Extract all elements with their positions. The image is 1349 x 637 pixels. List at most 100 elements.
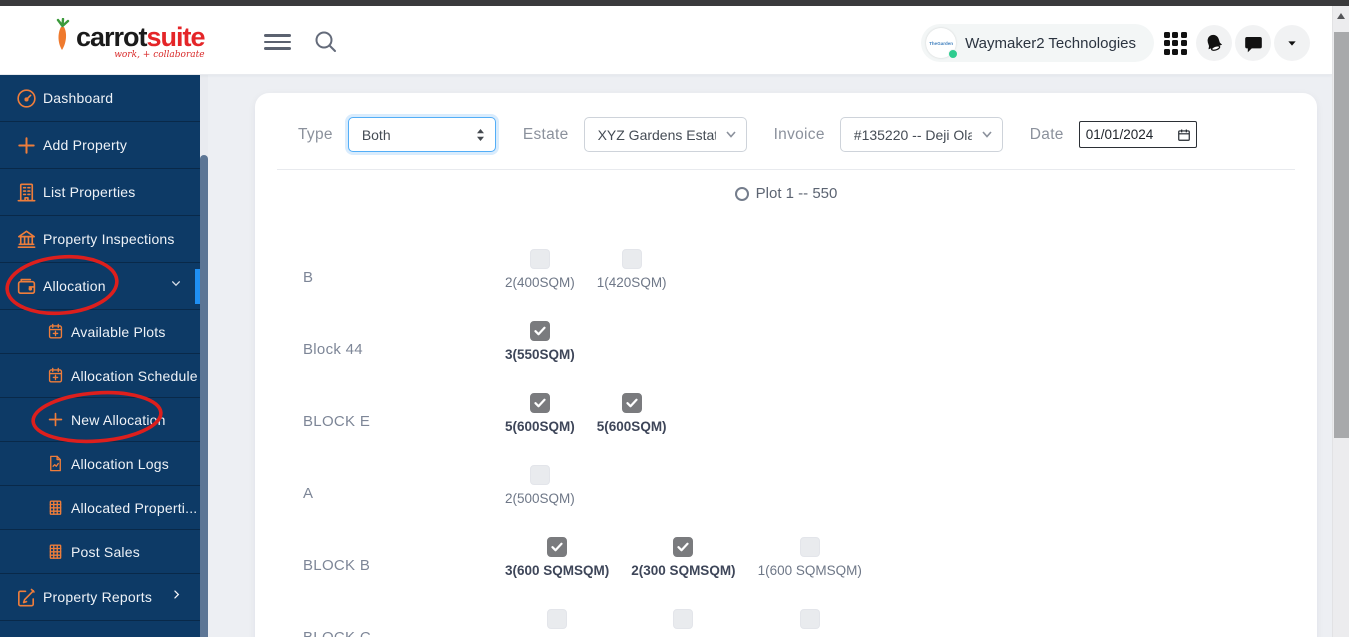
block-row: BLOCK B 3(600 SQMSQM) 2(300 SQMSQM) 1(600 S… — [255, 514, 1317, 586]
edit-icon — [13, 586, 39, 609]
sidebar-item-label: Allocation Logs — [71, 455, 169, 472]
plot-checkbox[interactable] — [799, 537, 820, 557]
plot-label: 5(600SQM) — [596, 419, 667, 434]
plot-label: 1(600 SQMSQM) — [757, 563, 862, 578]
sidebar-scrollbar-thumb[interactable] — [200, 155, 208, 637]
sidebar-item-label: New Allocation — [71, 411, 166, 428]
plot-option-row: Plot 1 -- 550 — [255, 185, 1317, 202]
sidebar-item-allocated-properti[interactable]: Allocated Properti... — [0, 486, 200, 530]
sidebar-item-allocation[interactable]: Allocation — [0, 263, 200, 310]
block-row: Block 44 3(550SQM) — [255, 298, 1317, 370]
type-label: Type — [298, 125, 333, 143]
plot-label: 3(550SQM) — [505, 347, 575, 362]
plot-label: 3(600 SQMSQM) — [505, 563, 610, 578]
plot-checkbox-item[interactable]: 2(300 SQMSQM) — [631, 537, 736, 578]
main-content: Type Both Estate XYZ Gardens Estate Invo… — [208, 75, 1332, 637]
invoice-select[interactable]: #135220 -- Deji Ola... — [839, 117, 1003, 152]
account-menu[interactable]: TheGarden Waymaker2 Technologies — [921, 24, 1154, 62]
date-input[interactable]: 01/01/2024 — [1078, 121, 1197, 148]
estate-label: Estate — [522, 125, 569, 143]
window-top-strip — [0, 0, 1349, 6]
sidebar-item-available-plots[interactable]: Available Plots — [0, 310, 200, 354]
plot-checkbox[interactable] — [673, 537, 694, 557]
estate-select[interactable]: XYZ Gardens Estate — [583, 117, 747, 152]
plot-label: 2(300 SQMSQM) — [631, 563, 736, 578]
plot-checkbox[interactable] — [529, 393, 550, 413]
plot-checkbox[interactable] — [529, 321, 550, 341]
calendar-icon — [1177, 128, 1190, 141]
divider — [277, 169, 1295, 170]
plot-checkbox-item[interactable]: 5(600SQM) — [505, 393, 575, 434]
header: carrotsuite work, + collaborate TheGarde… — [0, 6, 1332, 75]
sidebar-scrollbar — [200, 75, 208, 637]
plot-checkbox-item[interactable]: 3(300 SQMSQM) — [505, 609, 609, 637]
block-row: B 2(400SQM) 1(420SQM) — [255, 226, 1317, 298]
apps-grid-icon[interactable] — [1157, 25, 1193, 61]
plot-options: 2(400SQM) 1(420SQM) — [505, 249, 667, 290]
sidebar-item-new-allocation[interactable]: New Allocation — [0, 398, 200, 442]
caret-down-icon[interactable] — [1274, 25, 1310, 61]
sidebar-item-label: Post Sales — [71, 543, 140, 560]
plot-checkbox[interactable] — [673, 609, 694, 629]
sidebar-item-property-reports[interactable]: Property Reports — [0, 574, 200, 621]
caret-down-icon — [982, 131, 992, 138]
plot-checkbox-item[interactable]: 1(420SQM) — [597, 249, 667, 290]
plot-checkbox-item[interactable]: 5(600SQM) — [597, 393, 667, 434]
sidebar-item-allocation-schedule[interactable]: Allocation Schedule — [0, 354, 200, 398]
building-grid-icon — [44, 498, 66, 517]
plot-checkbox-item[interactable]: 1(600 SQMSQM) — [758, 537, 862, 578]
page-scrollbar[interactable] — [1332, 6, 1349, 637]
plot-checkbox[interactable] — [621, 393, 642, 413]
sidebar-item-add-property[interactable]: Add Property — [0, 122, 200, 169]
chevron-right-icon[interactable] — [169, 587, 184, 607]
bell-icon[interactable] — [1196, 25, 1232, 61]
plot-options: 2(500SQM) — [505, 465, 575, 506]
plot-checkbox[interactable] — [547, 609, 568, 629]
plus-icon — [13, 134, 39, 157]
plot-checkbox-item[interactable]: 1(600 SQMSQM) — [758, 609, 862, 637]
search-icon[interactable] — [312, 28, 340, 56]
allocation-card: Type Both Estate XYZ Gardens Estate Invo… — [255, 93, 1317, 637]
menu-toggle-icon[interactable] — [264, 34, 291, 50]
sidebar-item-dashboard[interactable]: Dashboard — [0, 75, 200, 122]
plot-checkbox-item[interactable]: 3(550SQM) — [505, 321, 575, 362]
plot-checkbox[interactable] — [799, 609, 820, 629]
building-grid-icon — [44, 542, 66, 561]
plot-checkbox[interactable] — [529, 249, 550, 269]
plot-checkbox-item[interactable]: 2(500SQM) — [505, 465, 575, 506]
plot-radio-label: Plot 1 -- 550 — [755, 185, 838, 202]
plot-label: 1(420SQM) — [596, 275, 667, 290]
page-scrollbar-thumb[interactable] — [1334, 32, 1349, 438]
plot-options: 3(300 SQMSQM) 2(500 SQMSQM) 1(600 SQMSQM) — [505, 609, 862, 637]
app-logo: carrotsuite work, + collaborate — [52, 18, 206, 60]
plus-icon — [44, 410, 66, 429]
plot-checkbox-item[interactable]: 2(400SQM) — [505, 249, 575, 290]
plot-checkbox[interactable] — [529, 465, 550, 485]
invoice-label: Invoice — [773, 125, 825, 143]
plot-options: 5(600SQM) 5(600SQM) — [505, 393, 667, 434]
sidebar-item-label: Property Reports — [43, 589, 153, 605]
sidebar-item-post-sales[interactable]: Post Sales — [0, 530, 200, 574]
chat-icon[interactable] — [1235, 25, 1271, 61]
type-select[interactable]: Both — [347, 117, 496, 152]
scroll-up-arrow[interactable] — [1337, 13, 1345, 19]
chevron-down-icon[interactable] — [168, 276, 184, 297]
sidebar-item-property-inspections[interactable]: Property Inspections — [0, 216, 200, 263]
sidebar-item-label: Allocation Schedule — [71, 367, 198, 384]
sidebar-menu: Dashboard Add Property List Properties Prop… — [0, 75, 200, 637]
speedometer-icon — [13, 87, 39, 110]
plot-radio[interactable] — [734, 186, 749, 201]
sidebar-item-list-properties[interactable]: List Properties — [0, 169, 200, 216]
plot-checkbox-item[interactable]: 3(600 SQMSQM) — [505, 537, 609, 578]
plot-checkbox-item[interactable]: 2(500 SQMSQM) — [631, 609, 736, 637]
plot-checkbox[interactable] — [547, 537, 568, 557]
date-label: Date — [1029, 125, 1064, 143]
sidebar-item-label: Dashboard — [43, 90, 114, 106]
plot-checkbox[interactable] — [621, 249, 642, 269]
avatar: TheGarden — [926, 28, 959, 59]
sidebar-item-label: List Properties — [43, 184, 136, 200]
calendar-plus-icon — [44, 322, 66, 341]
sidebar-item-allocation-logs[interactable]: Allocation Logs — [0, 442, 200, 486]
block-row: BLOCK E 5(600SQM) 5(600SQM) — [255, 370, 1317, 442]
block-name: B — [303, 269, 314, 286]
